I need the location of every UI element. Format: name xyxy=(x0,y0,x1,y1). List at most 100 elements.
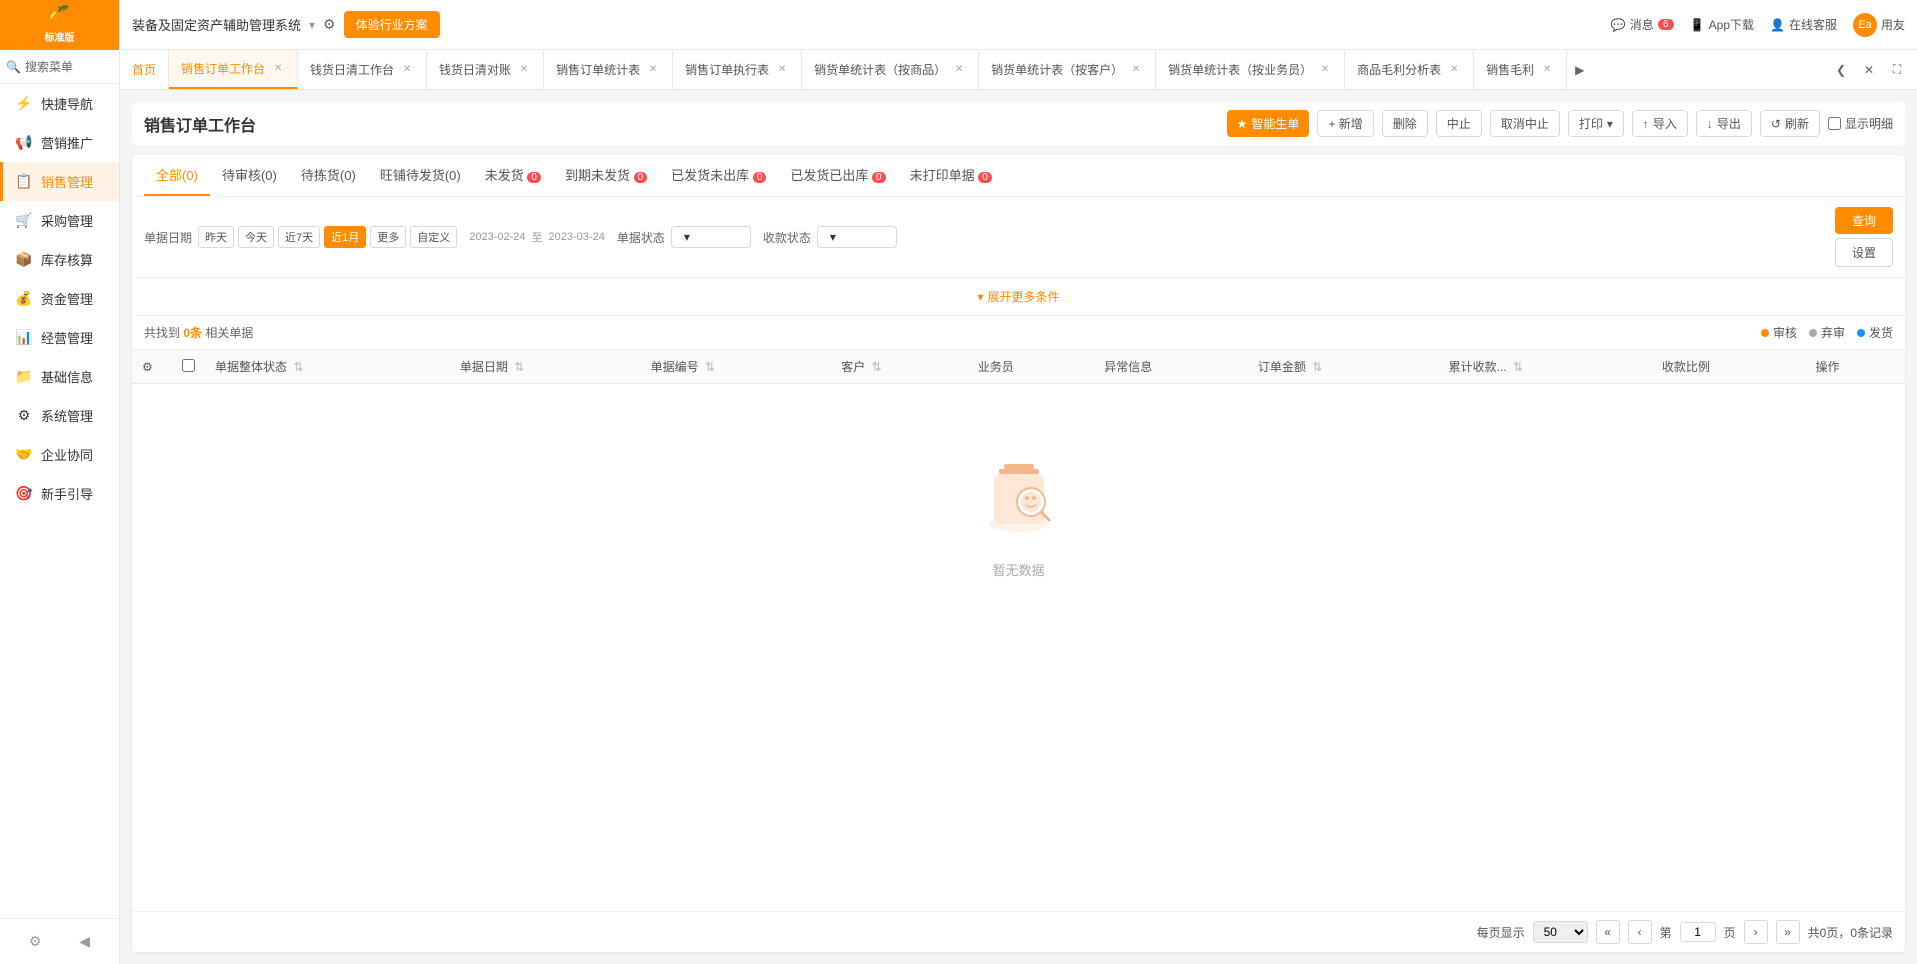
filter-tab-unprinted[interactable]: 未打印单据 0 xyxy=(898,155,1004,196)
status-select[interactable]: ▾ xyxy=(671,226,751,248)
next-page-btn[interactable]: › xyxy=(1744,920,1768,944)
tab-close-icon[interactable]: ✕ xyxy=(952,63,966,77)
payment-select[interactable]: ▾ xyxy=(817,226,897,248)
smart-create-btn[interactable]: ★ 智能生单 xyxy=(1227,110,1310,137)
setting-btn[interactable]: 设置 xyxy=(1835,238,1893,267)
tab-sales-more[interactable]: 销售毛利 ✕ xyxy=(1474,50,1567,89)
sidebar-item-marketing[interactable]: 📢 营销推广 xyxy=(0,123,119,162)
stop-btn[interactable]: 中止 xyxy=(1436,110,1482,137)
filter-tab-expired[interactable]: 到期未发货 0 xyxy=(553,155,659,196)
sidebar-item-cooperation[interactable]: 🤝 企业协同 xyxy=(0,435,119,474)
user-menu[interactable]: Ea 用友 xyxy=(1853,13,1905,37)
tab-cash-daily[interactable]: 钱货日清工作台 ✕ xyxy=(298,50,427,89)
tab-fullscreen-icon[interactable]: ⛶ xyxy=(1885,58,1909,82)
settings-bottom-btn[interactable]: ⚙ xyxy=(25,929,46,954)
filter-tab-shipped-not-out[interactable]: 已发货未出库 0 xyxy=(659,155,778,196)
tab-close-icon[interactable]: ✕ xyxy=(271,62,285,76)
sidebar-item-guide[interactable]: 🎯 新手引导 xyxy=(0,474,119,513)
filter-tab-shipped-out[interactable]: 已发货已出库 0 xyxy=(778,155,897,196)
tab-sales-summary-prod[interactable]: 销货单统计表（按商品） ✕ xyxy=(802,50,979,89)
sidebar-item-system[interactable]: ⚙ 系统管理 xyxy=(0,396,119,435)
tab-prev-icon[interactable]: ❮ xyxy=(1829,58,1853,82)
new-btn[interactable]: + 新增 xyxy=(1317,110,1373,137)
th-error[interactable]: 异常信息 xyxy=(1094,350,1248,384)
tab-close-all-icon[interactable]: ✕ xyxy=(1857,58,1881,82)
query-btn[interactable]: 查询 xyxy=(1835,207,1893,234)
th-received[interactable]: 累计收款... ⇅ xyxy=(1439,350,1652,384)
sidebar-item-quick-nav[interactable]: ⚡ 快捷导航 xyxy=(0,84,119,123)
cancel-stop-btn[interactable]: 取消中止 xyxy=(1490,110,1560,137)
sidebar-search[interactable]: 🔍 搜索菜单 xyxy=(0,50,119,84)
print-btn[interactable]: 打印 ▾ xyxy=(1568,110,1624,137)
date-more-btn[interactable]: 更多 xyxy=(370,226,406,248)
date-custom-btn[interactable]: 自定义 xyxy=(410,226,457,248)
filter-tab-all[interactable]: 全部(0) xyxy=(144,155,210,196)
first-page-btn[interactable]: « xyxy=(1596,920,1620,944)
filter-tab-pending-check[interactable]: 待拣货(0) xyxy=(289,155,368,196)
collapse-btn[interactable]: ◀ xyxy=(75,929,94,954)
tab-sales-exec[interactable]: 销售订单执行表 ✕ xyxy=(673,50,802,89)
sidebar-menu: ⚡ 快捷导航 📢 营销推广 📋 销售管理 🛒 采购管理 📦 库存核算 💰 资金管… xyxy=(0,84,119,918)
shipped-out-badge: 0 xyxy=(872,172,886,183)
detail-checkbox-input[interactable] xyxy=(1828,117,1841,130)
tab-sales-stats[interactable]: 销售订单统计表 ✕ xyxy=(544,50,673,89)
messages-btn[interactable]: 💬 消息 6 xyxy=(1611,16,1674,33)
delete-btn[interactable]: 删除 xyxy=(1382,110,1428,137)
date-7days-btn[interactable]: 近7天 xyxy=(278,226,320,248)
prev-page-btn[interactable]: ‹ xyxy=(1628,920,1652,944)
settings-icon[interactable]: ⚙ xyxy=(323,16,336,33)
last-page-btn[interactable]: » xyxy=(1776,920,1800,944)
th-date[interactable]: 单据日期 ⇅ xyxy=(450,350,641,384)
th-ratio[interactable]: 收款比例 xyxy=(1652,350,1806,384)
th-status[interactable]: 单据整体状态 ⇅ xyxy=(205,350,450,384)
th-customer[interactable]: 客户 ⇅ xyxy=(831,350,967,384)
date-today-btn[interactable]: 今天 xyxy=(238,226,274,248)
tab-close-icon[interactable]: ✕ xyxy=(1318,63,1332,77)
export-btn[interactable]: ↓ 导出 xyxy=(1696,110,1752,137)
import-btn[interactable]: ↑ 导入 xyxy=(1632,110,1688,137)
refresh-btn[interactable]: ↺ 刷新 xyxy=(1760,110,1820,137)
tab-profit-analysis[interactable]: 商品毛利分析表 ✕ xyxy=(1345,50,1474,89)
tab-close-icon[interactable]: ✕ xyxy=(646,63,660,77)
th-amount[interactable]: 订单金额 ⇅ xyxy=(1248,350,1439,384)
app-download-btn[interactable]: 📱 App下载 xyxy=(1690,16,1754,33)
tab-close-icon[interactable]: ✕ xyxy=(517,63,531,77)
sidebar-item-finance[interactable]: 💰 资金管理 xyxy=(0,279,119,318)
date-yesterday-btn[interactable]: 昨天 xyxy=(198,226,234,248)
tab-sales-summary-staff[interactable]: 销货单统计表（按业务员） ✕ xyxy=(1156,50,1345,89)
sidebar-item-sales[interactable]: 📋 销售管理 xyxy=(0,162,119,201)
sidebar-item-inventory[interactable]: 📦 库存核算 xyxy=(0,240,119,279)
tab-more-btn[interactable]: ▶ xyxy=(1567,50,1592,89)
ship-btn[interactable]: 发货 xyxy=(1857,324,1893,341)
tab-close-icon[interactable]: ✕ xyxy=(1447,63,1461,77)
th-number[interactable]: 单据编号 ⇅ xyxy=(641,350,832,384)
date-1month-btn[interactable]: 近1月 xyxy=(324,226,366,248)
audit-btn[interactable]: 审核 xyxy=(1761,324,1797,341)
tab-close-icon[interactable]: ✕ xyxy=(775,63,789,77)
tab-close-icon[interactable]: ✕ xyxy=(1540,63,1554,77)
filter-tab-pending-review[interactable]: 待审核(0) xyxy=(210,155,289,196)
tab-cash-reconcile[interactable]: 钱货日清对账 ✕ xyxy=(427,50,544,89)
sidebar-item-purchase[interactable]: 🛒 采购管理 xyxy=(0,201,119,240)
th-settings[interactable]: ⚙ xyxy=(132,350,172,384)
tab-close-icon[interactable]: ✕ xyxy=(400,63,414,77)
expand-conditions-btn[interactable]: ▾ 展开更多条件 xyxy=(969,284,1067,309)
page-size-select[interactable]: 50 10 20 100 xyxy=(1533,921,1588,943)
page-number-input[interactable] xyxy=(1680,922,1716,942)
sidebar-item-basic[interactable]: 📁 基础信息 xyxy=(0,357,119,396)
th-staff[interactable]: 业务员 xyxy=(968,350,1095,384)
tab-home[interactable]: 首页 xyxy=(120,50,169,89)
filter-tab-unshipped[interactable]: 未发货 0 xyxy=(473,155,553,196)
show-detail-checkbox[interactable]: 显示明细 xyxy=(1828,115,1893,132)
tab-sales-summary-cust[interactable]: 销货单统计表（按客户） ✕ xyxy=(979,50,1156,89)
solution-btn[interactable]: 体验行业方案 xyxy=(344,11,440,38)
filter-tab-wangpu[interactable]: 旺铺待发货(0) xyxy=(368,155,473,196)
sidebar-item-operations[interactable]: 📊 经营管理 xyxy=(0,318,119,357)
online-service-btn[interactable]: 👤 在线客服 xyxy=(1770,16,1837,33)
th-checkbox[interactable] xyxy=(172,350,205,384)
select-all-checkbox[interactable] xyxy=(182,359,195,372)
cancel-audit-btn[interactable]: 弃审 xyxy=(1809,324,1845,341)
table-scroll[interactable]: ⚙ 单据整体状态 ⇅ 单据日期 ⇅ 单据编号 xyxy=(132,350,1905,911)
tab-close-icon[interactable]: ✕ xyxy=(1129,63,1143,77)
tab-sales-workbench[interactable]: 销售订单工作台 ✕ xyxy=(169,50,298,89)
